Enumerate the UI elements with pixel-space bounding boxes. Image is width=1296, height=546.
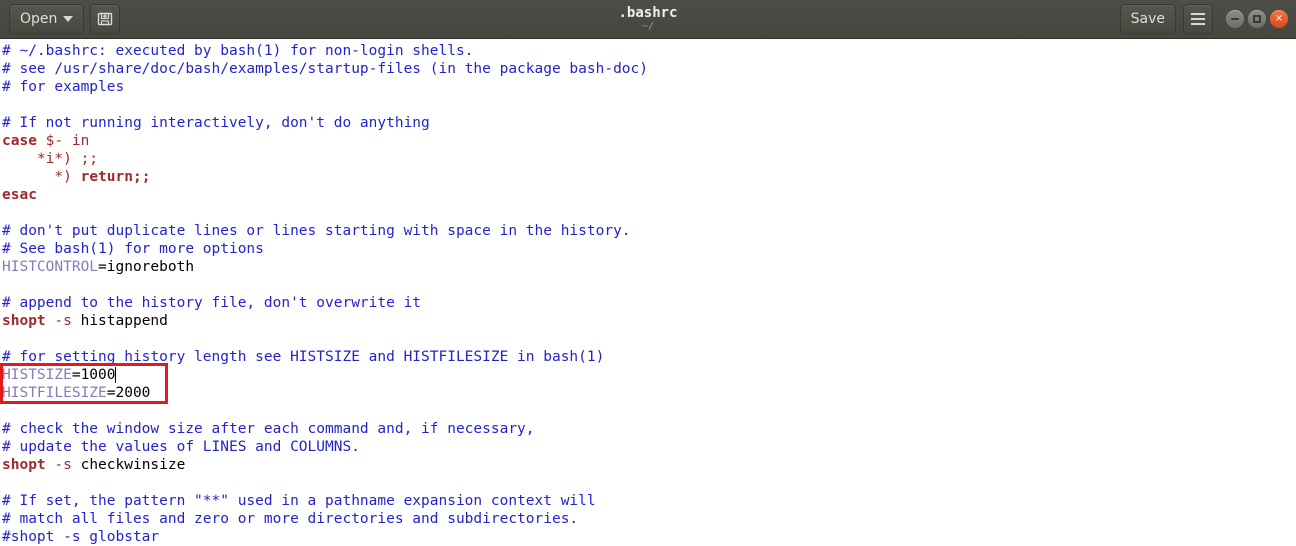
code-line: esac	[2, 187, 37, 203]
chevron-down-icon	[63, 16, 74, 22]
window-title-block: .bashrc ~/	[0, 0, 1296, 39]
window-titlebar: Open .bashrc ~/ Save ×	[0, 0, 1296, 39]
code-line: # If set, the pattern "**" used in a pat…	[2, 493, 596, 509]
minimize-button[interactable]	[1226, 10, 1244, 28]
code-line: # check the window size after each comma…	[2, 421, 535, 437]
code-line: HISTSIZE=1000	[2, 367, 116, 383]
code-line: shopt -s checkwinsize	[2, 457, 186, 473]
save-button[interactable]: Save	[1119, 4, 1176, 34]
code-line: #shopt -s globstar	[2, 529, 160, 545]
source-code[interactable]: # ~/.bashrc: executed by bash(1) for non…	[0, 39, 1296, 546]
code-line: case $- in	[2, 133, 90, 149]
code-line: # See bash(1) for more options	[2, 241, 264, 257]
page-title: .bashrc	[618, 5, 678, 21]
code-line: # match all files and zero or more direc…	[2, 511, 579, 527]
code-line: shopt -s histappend	[2, 313, 168, 329]
code-line: HISTCONTROL=ignoreboth	[2, 259, 195, 275]
code-line: # ~/.bashrc: executed by bash(1) for non…	[2, 43, 474, 59]
code-line: # see /usr/share/doc/bash/examples/start…	[2, 61, 649, 77]
maximize-icon	[1253, 15, 1261, 23]
close-button[interactable]: ×	[1270, 10, 1288, 28]
minimize-icon	[1231, 18, 1239, 20]
toolbar-right-group: Save ×	[1119, 4, 1296, 34]
menu-button[interactable]	[1183, 4, 1213, 34]
save-as-button[interactable]	[90, 4, 121, 34]
save-as-icon	[98, 12, 113, 26]
maximize-button[interactable]	[1248, 10, 1266, 28]
open-button-label: Open	[20, 11, 58, 27]
code-line: # for setting history length see HISTSIZ…	[2, 349, 605, 365]
open-button[interactable]: Open	[9, 4, 85, 34]
code-line: # update the values of LINES and COLUMNS…	[2, 439, 360, 455]
file-path-subtitle: ~/	[641, 21, 655, 32]
code-line: # If not running interactively, don't do…	[2, 115, 430, 131]
code-line: # for examples	[2, 79, 125, 95]
code-line: *i*) ;;	[36, 151, 99, 167]
code-line: HISTFILESIZE=2000	[2, 385, 151, 401]
toolbar-left-group: Open	[0, 4, 121, 34]
code-line: *) return;;	[54, 169, 151, 185]
save-button-label: Save	[1130, 11, 1165, 27]
text-editor-area[interactable]: # ~/.bashrc: executed by bash(1) for non…	[0, 39, 1296, 546]
window-controls: ×	[1226, 10, 1288, 28]
text-cursor	[115, 367, 117, 383]
hamburger-menu-icon	[1191, 13, 1205, 25]
code-line: # append to the history file, don't over…	[2, 295, 422, 311]
code-line: # don't put duplicate lines or lines sta…	[2, 223, 631, 239]
close-icon: ×	[1274, 13, 1284, 24]
